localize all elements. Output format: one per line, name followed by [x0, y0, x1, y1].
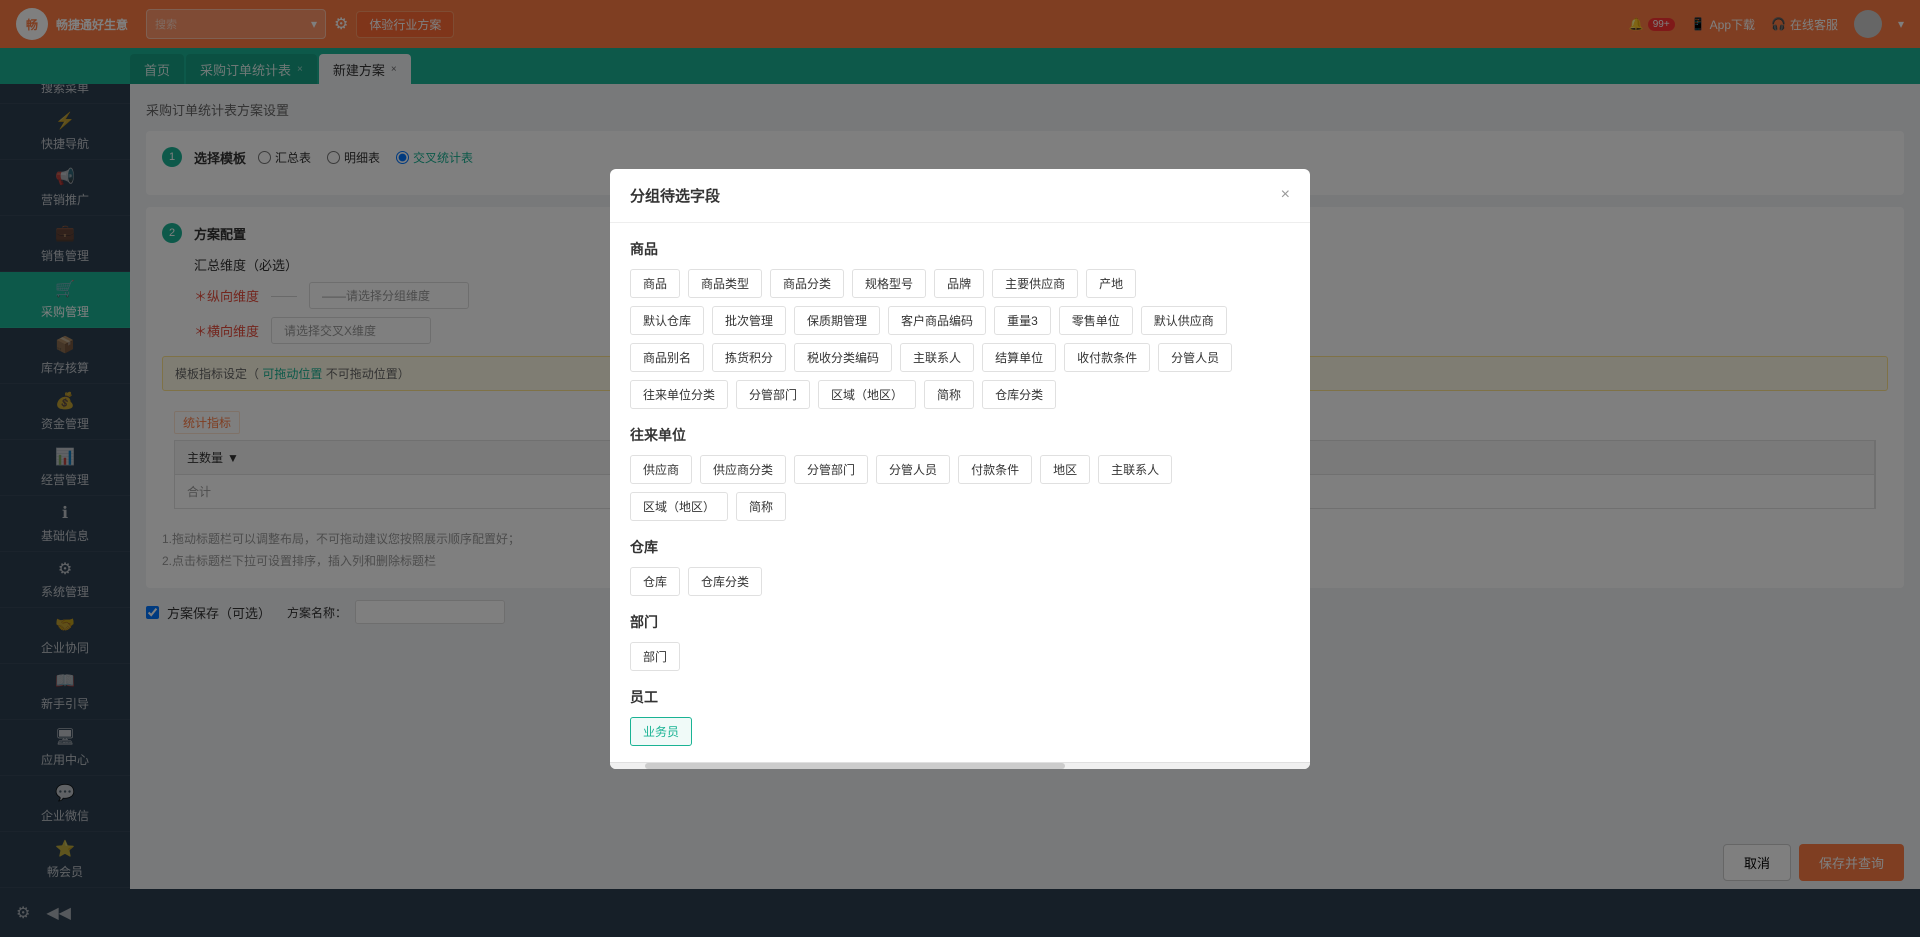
dept-field-grid: 部门: [630, 642, 1290, 671]
field-tag-pick-points[interactable]: 拣货积分: [712, 343, 786, 372]
section-title-dept: 部门: [630, 612, 1290, 632]
field-tag-goods[interactable]: 商品: [630, 269, 680, 298]
field-tag-batch[interactable]: 批次管理: [712, 306, 786, 335]
field-tag-default-supplier[interactable]: 默认供应商: [1141, 306, 1227, 335]
modal-hscroll[interactable]: [610, 762, 1310, 769]
goods-field-grid-4: 往来单位分类 分管部门 区域（地区） 简称 仓库分类: [630, 380, 1290, 409]
field-tag-supplier[interactable]: 供应商: [630, 455, 692, 484]
field-tag-payment-terms[interactable]: 收付款条件: [1064, 343, 1150, 372]
goods-field-grid-3: 商品别名 拣货积分 税收分类编码 主联系人 结算单位 收付款条件 分管人员: [630, 343, 1290, 372]
field-tag-main-supplier[interactable]: 主要供应商: [992, 269, 1078, 298]
partner-field-grid-1: 供应商 供应商分类 分管部门 分管人员 付款条件 地区 主联系人: [630, 455, 1290, 484]
field-tag-spec-model[interactable]: 规格型号: [852, 269, 926, 298]
field-tag-wh-cat[interactable]: 仓库分类: [688, 567, 762, 596]
partner-field-grid-2: 区域（地区） 简称: [630, 492, 1290, 521]
field-tag-region2[interactable]: 区域（地区）: [630, 492, 728, 521]
field-tag-default-warehouse[interactable]: 默认仓库: [630, 306, 704, 335]
warehouse-field-grid: 仓库 仓库分类: [630, 567, 1290, 596]
field-tag-alias[interactable]: 商品别名: [630, 343, 704, 372]
field-tag-salesperson[interactable]: 业务员: [630, 717, 692, 746]
section-title-staff: 员工: [630, 687, 1290, 707]
field-tag-brand[interactable]: 品牌: [934, 269, 984, 298]
field-tag-manage-dept[interactable]: 分管部门: [736, 380, 810, 409]
field-tag-department[interactable]: 部门: [630, 642, 680, 671]
section-title-partner: 往来单位: [630, 425, 1290, 445]
field-tag-wh[interactable]: 仓库: [630, 567, 680, 596]
modal-title: 分组待选字段: [630, 185, 720, 206]
goods-field-grid: 商品 商品类型 商品分类 规格型号 品牌 主要供应商 产地: [630, 269, 1290, 298]
section-title-goods: 商品: [630, 239, 1290, 259]
field-tag-supplier-cat[interactable]: 供应商分类: [700, 455, 786, 484]
modal-dialog: 分组待选字段 × 商品 商品 商品类型 商品分类 规格型号 品牌 主要供应商 产…: [610, 169, 1310, 769]
field-tag-goods-cat[interactable]: 商品分类: [770, 269, 844, 298]
field-tag-main-contact[interactable]: 主联系人: [900, 343, 974, 372]
field-tag-weight[interactable]: 重量3: [994, 306, 1051, 335]
goods-field-grid-2: 默认仓库 批次管理 保质期管理 客户商品编码 重量3 零售单位 默认供应商: [630, 306, 1290, 335]
field-tag-tax-code[interactable]: 税收分类编码: [794, 343, 892, 372]
field-tag-main-contact2[interactable]: 主联系人: [1098, 455, 1172, 484]
modal-header: 分组待选字段 ×: [610, 169, 1310, 223]
field-tag-short-name[interactable]: 简称: [924, 380, 974, 409]
field-tag-region[interactable]: 区域（地区）: [818, 380, 916, 409]
field-tag-retail-unit[interactable]: 零售单位: [1059, 306, 1133, 335]
field-tag-dept[interactable]: 分管部门: [794, 455, 868, 484]
field-tag-short-name2[interactable]: 简称: [736, 492, 786, 521]
section-title-warehouse: 仓库: [630, 537, 1290, 557]
field-tag-partner-cat[interactable]: 往来单位分类: [630, 380, 728, 409]
modal-overlay: 分组待选字段 × 商品 商品 商品类型 商品分类 规格型号 品牌 主要供应商 产…: [0, 0, 1920, 937]
field-tag-pay-terms[interactable]: 付款条件: [958, 455, 1032, 484]
field-tag-goods-type[interactable]: 商品类型: [688, 269, 762, 298]
field-tag-person[interactable]: 分管人员: [876, 455, 950, 484]
field-tag-settle-unit[interactable]: 结算单位: [982, 343, 1056, 372]
field-tag-manager[interactable]: 分管人员: [1158, 343, 1232, 372]
modal-close-button[interactable]: ×: [1281, 186, 1290, 204]
field-tag-origin[interactable]: 产地: [1086, 269, 1136, 298]
modal-body: 商品 商品 商品类型 商品分类 规格型号 品牌 主要供应商 产地 默认仓库 批次…: [610, 223, 1310, 762]
field-tag-warehouse-cat[interactable]: 仓库分类: [982, 380, 1056, 409]
field-tag-shelf-life[interactable]: 保质期管理: [794, 306, 880, 335]
field-tag-customer-code[interactable]: 客户商品编码: [888, 306, 986, 335]
staff-field-grid: 业务员: [630, 717, 1290, 746]
field-tag-area[interactable]: 地区: [1040, 455, 1090, 484]
modal-hscroll-thumb: [645, 763, 1065, 769]
